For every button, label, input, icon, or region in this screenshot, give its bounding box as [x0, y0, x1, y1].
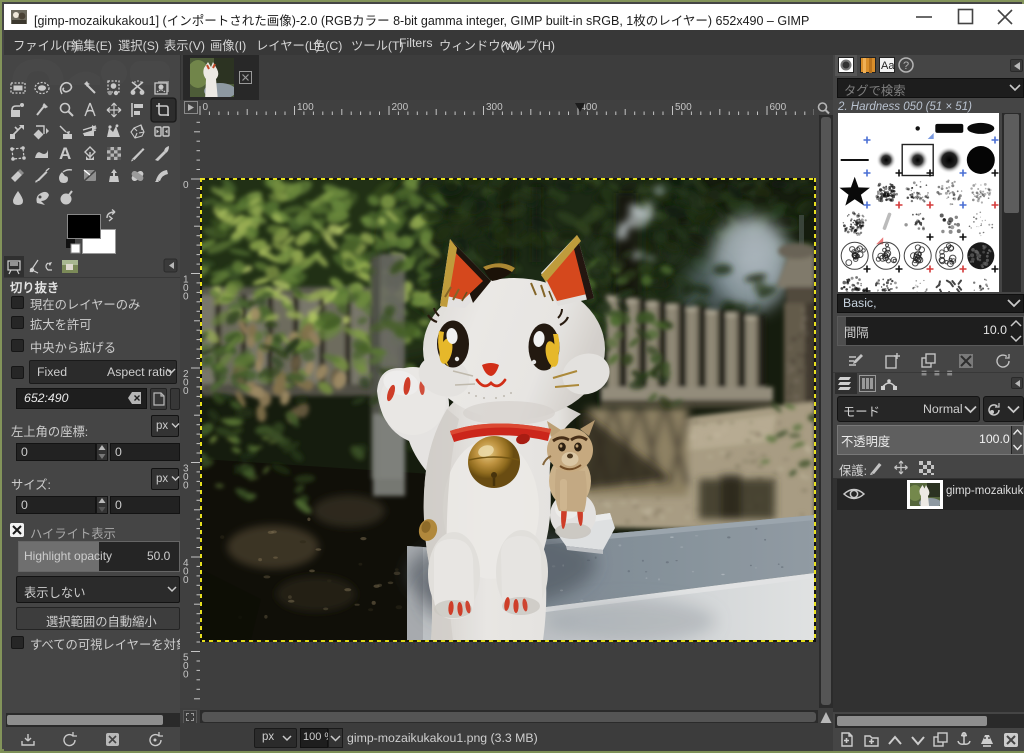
svg-text:100: 100 [297, 102, 314, 113]
svg-text:300: 300 [486, 102, 503, 113]
svg-text:0: 0 [183, 481, 189, 492]
svg-text:0: 0 [203, 102, 209, 113]
svg-text:A: A [59, 144, 71, 163]
svg-text:0: 0 [183, 180, 189, 191]
svg-text:0: 0 [183, 575, 189, 586]
svg-text:500: 500 [675, 102, 692, 113]
svg-text:0: 0 [183, 386, 189, 397]
svg-text:200: 200 [392, 102, 409, 113]
svg-text:0: 0 [183, 670, 189, 681]
svg-text:Aa: Aa [881, 60, 895, 72]
svg-text:0: 0 [183, 292, 189, 303]
svg-text:600: 600 [770, 102, 787, 113]
svg-text:?: ? [903, 60, 909, 72]
